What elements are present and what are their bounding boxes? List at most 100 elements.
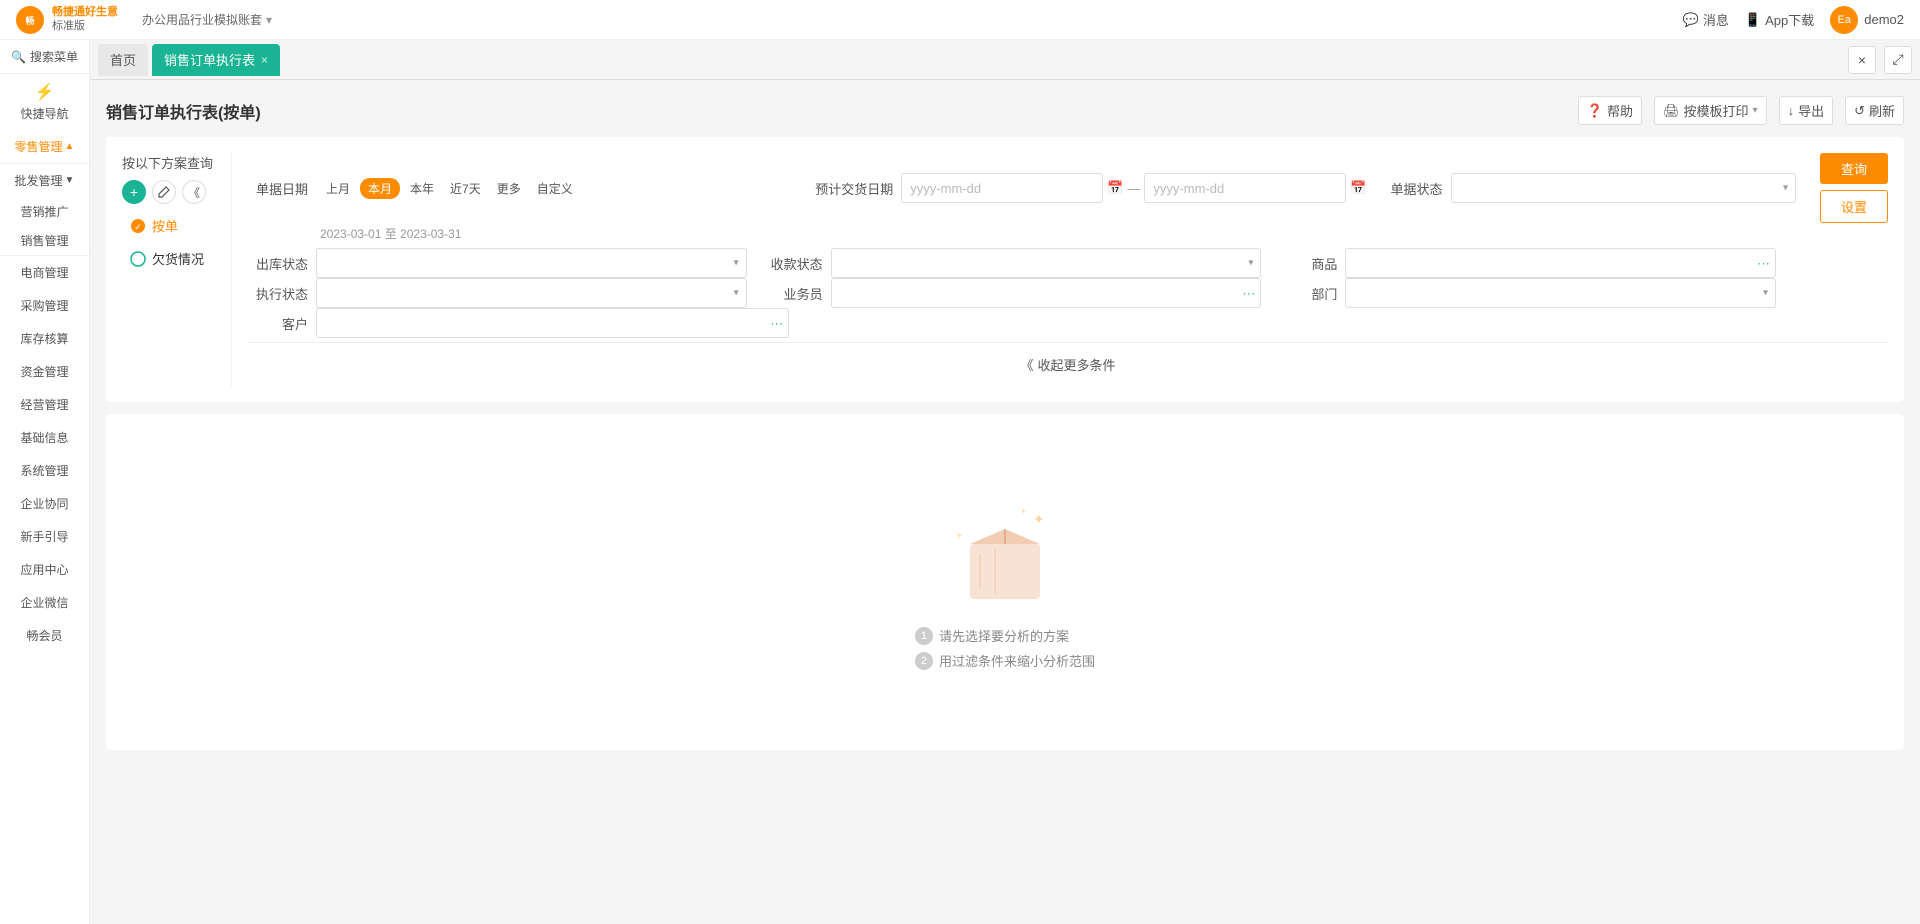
sidebar-search[interactable]: 🔍 搜索菜单 xyxy=(0,40,89,74)
delivery-select[interactable] xyxy=(316,248,747,278)
logo-sub-text: 标准版 xyxy=(52,20,118,33)
collapse-more-button[interactable]: 《 收起更多条件 xyxy=(1004,351,1131,378)
filter-field-salesperson: 业务员 ··· xyxy=(763,278,1262,308)
date-tab-7days[interactable]: 近7天 xyxy=(444,178,487,199)
date-tab-more[interactable]: 更多 xyxy=(491,178,527,199)
dept-select-wrap: ▾ xyxy=(1345,278,1776,308)
sidebar-item-marketing[interactable]: 营销推广 xyxy=(0,197,89,226)
sidebar-item-member[interactable]: 畅会员 xyxy=(0,619,89,652)
expected-date-end[interactable] xyxy=(1144,173,1346,203)
customer-more-btn[interactable]: ··· xyxy=(770,316,783,331)
sidebar-item-appcenter[interactable]: 应用中心 xyxy=(0,553,89,586)
help-button[interactable]: ❓ 帮助 xyxy=(1578,96,1642,125)
tip-num-1: 1 xyxy=(915,627,933,645)
sidebar-purchase-label: 采购管理 xyxy=(20,297,68,314)
add-scheme-button[interactable]: + xyxy=(122,180,146,204)
date-tab-this-year[interactable]: 本年 xyxy=(404,178,440,199)
logo-text-group: 畅捷通好生意 标准版 xyxy=(52,6,118,32)
sidebar-item-quick-nav-label: 快捷导航 xyxy=(20,105,68,122)
sidebar-item-finance[interactable]: 资金管理 xyxy=(0,355,89,388)
filter-field-dept: 部门 ▾ xyxy=(1277,278,1776,308)
top-header: 畅 畅捷通好生意 标准版 办公用品行业模拟账套 ▾ 💬 消息 📱 App下载 E… xyxy=(0,0,1920,40)
exec-label: 执行状态 xyxy=(248,284,308,303)
goods-input-wrap: ··· xyxy=(1345,248,1776,278)
sidebar-item-quick-nav[interactable]: ⚡ 快捷导航 xyxy=(0,74,89,130)
sidebar-item-inventory[interactable]: 库存核算 xyxy=(0,322,89,355)
date-hint-row: 2023-03-01 至 2023-03-31 xyxy=(248,223,1888,248)
date-tab-this-month[interactable]: 本月 xyxy=(360,178,400,199)
exec-select-wrap: ▾ xyxy=(316,278,747,308)
sidebar-item-ecom[interactable]: 电商管理 xyxy=(0,256,89,289)
collapse-more-label: 收起更多条件 xyxy=(1038,355,1116,374)
sidebar-item-sales-mgmt[interactable]: 销售管理 xyxy=(0,226,89,255)
goods-more-btn[interactable]: ··· xyxy=(1757,256,1770,271)
sidebar-item-system[interactable]: 系统管理 xyxy=(0,454,89,487)
scheme-header: 按以下方案查询 xyxy=(122,153,231,180)
salesperson-input[interactable] xyxy=(831,278,1262,308)
sidebar-item-newuser[interactable]: 新手引导 xyxy=(0,520,89,553)
user-profile[interactable]: Ea demo2 xyxy=(1830,6,1904,34)
settings-button[interactable]: 设置 xyxy=(1820,190,1888,223)
date-tab-last-month[interactable]: 上月 xyxy=(320,178,356,199)
search-button[interactable]: 查询 xyxy=(1820,153,1888,184)
filter-panel: 按以下方案查询 + 《 xyxy=(106,137,1904,402)
maximize-button[interactable]: ⤢ xyxy=(1884,46,1912,74)
print-button[interactable]: 🖨 按模板打印 ▾ xyxy=(1654,96,1767,125)
edit-scheme-button[interactable] xyxy=(152,180,176,204)
sidebar-wechat-label: 企业微信 xyxy=(20,594,68,611)
page-title-row: 销售订单执行表(按单) ❓ 帮助 🖨 按模板打印 ▾ ↓ xyxy=(106,96,1904,125)
sidebar-item-enterprise[interactable]: 企业协同 xyxy=(0,487,89,520)
collapse-scheme-button[interactable]: 《 xyxy=(182,180,206,204)
sidebar-finance-label: 资金管理 xyxy=(20,363,68,380)
sidebar-inventory-label: 库存核算 xyxy=(20,330,68,347)
chevron-up-icon: ▼ xyxy=(65,175,75,186)
message-button[interactable]: 💬 消息 xyxy=(1683,10,1729,29)
sidebar-retail-header[interactable]: 零售管理 ▲ xyxy=(0,130,89,163)
salesperson-more-btn[interactable]: ··· xyxy=(1242,286,1255,301)
tab-current[interactable]: 销售订单执行表 × xyxy=(152,44,280,76)
app-download-button[interactable]: 📱 App下载 xyxy=(1745,10,1814,29)
date-tabs: 上月 本月 本年 近7天 更多 自定义 xyxy=(320,178,579,199)
breadcrumb-arrow-icon[interactable]: ▾ xyxy=(266,13,272,27)
print-dropdown-icon: ▾ xyxy=(1753,105,1758,116)
refresh-button[interactable]: ↺ 刷新 xyxy=(1845,96,1904,125)
tab-controls: × ⤢ xyxy=(1848,46,1912,74)
export-button[interactable]: ↓ 导出 xyxy=(1779,96,1834,125)
tab-close-icon[interactable]: × xyxy=(261,53,268,67)
sidebar-item-purchase[interactable]: 采购管理 xyxy=(0,289,89,322)
filter-row-2: 出库状态 ▾ 收款状态 xyxy=(248,248,1888,278)
doc-status-select[interactable] xyxy=(1451,173,1796,203)
goods-input[interactable] xyxy=(1345,248,1776,278)
sidebar-item-wechat[interactable]: 企业微信 xyxy=(0,586,89,619)
content-area: 首页 销售订单执行表 × × ⤢ 销售订单执行表(按单) ❓ xyxy=(90,40,1920,924)
tip-text-1: 请先选择要分析的方案 xyxy=(939,626,1069,645)
exec-select[interactable] xyxy=(316,278,747,308)
payment-select[interactable] xyxy=(831,248,1262,278)
sidebar-item-basic[interactable]: 基础信息 xyxy=(0,421,89,454)
scheme-item-bdan[interactable]: ✓ 按单 xyxy=(122,212,244,239)
customer-input[interactable] xyxy=(316,308,789,338)
scheme-item-qhqk[interactable]: 欠货情况 xyxy=(122,245,244,272)
calendar-icon-right: 📅 xyxy=(1350,180,1366,196)
customer-label: 客户 xyxy=(248,314,308,333)
logo-icon: 畅 xyxy=(16,6,44,34)
main-layout: 🔍 搜索菜单 ⚡ 快捷导航 零售管理 ▲ 批发管理 ▼ 营销推广 销售管理 电商… xyxy=(0,40,1920,924)
tab-home[interactable]: 首页 xyxy=(98,44,148,76)
close-window-button[interactable]: × xyxy=(1848,46,1876,74)
filter-field-expected-date: 预计交货日期 📅 — 📅 xyxy=(815,173,1366,203)
sidebar-group-wholesale: 批发管理 ▼ 营销推广 销售管理 xyxy=(0,164,89,256)
svg-text:✦: ✦ xyxy=(955,531,963,542)
expected-date-start[interactable] xyxy=(901,173,1103,203)
date-tab-custom[interactable]: 自定义 xyxy=(531,178,579,199)
calendar-icon-left: 📅 xyxy=(1107,180,1123,196)
sidebar-item-operations[interactable]: 经营管理 xyxy=(0,388,89,421)
sidebar-wholesale-header[interactable]: 批发管理 ▼ xyxy=(0,164,89,197)
empty-state-icon: ✦ ✦ ✦ xyxy=(945,494,1065,614)
active-scheme-icon: ✓ xyxy=(130,218,146,234)
doc-status-select-wrap: ▾ xyxy=(1451,173,1796,203)
salesperson-input-wrap: ··· xyxy=(831,278,1262,308)
dept-select[interactable] xyxy=(1345,278,1776,308)
filter-field-exec: 执行状态 ▾ xyxy=(248,278,747,308)
panel-inner: 按以下方案查询 + 《 xyxy=(122,153,1888,386)
help-icon: ❓ xyxy=(1587,103,1603,119)
